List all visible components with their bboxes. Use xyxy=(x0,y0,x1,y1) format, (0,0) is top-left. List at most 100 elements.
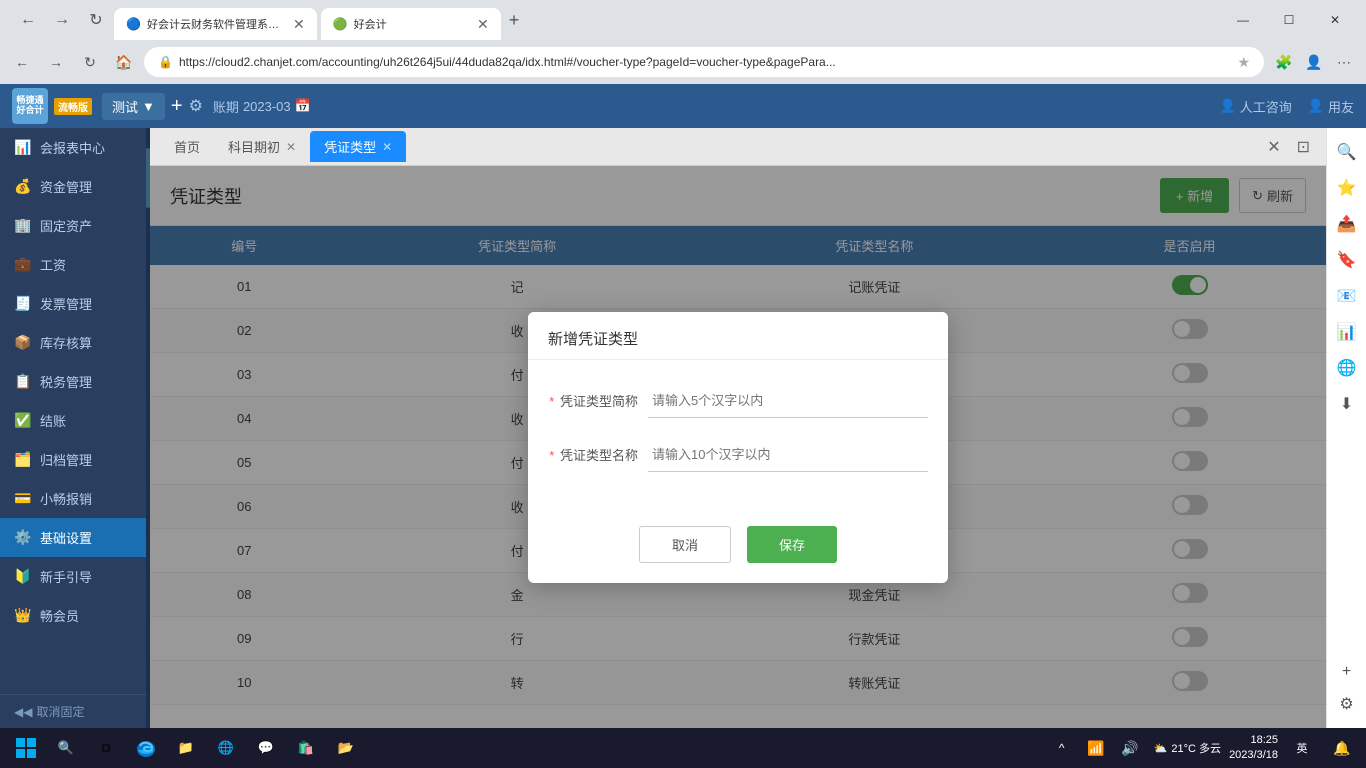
save-button[interactable]: 保存 xyxy=(747,526,837,563)
workspace-selector[interactable]: 测试 ▼ xyxy=(102,93,165,120)
sidebar-item-wages[interactable]: 💼 工资 xyxy=(0,245,150,284)
rs-add-icon[interactable]: + xyxy=(1331,656,1363,688)
browser-tab-2[interactable]: 🟢 好会计 ✕ xyxy=(321,8,501,40)
user-label: 用友 xyxy=(1328,97,1354,116)
tray-chevron-icon[interactable]: ^ xyxy=(1046,732,1078,764)
rs-star-icon[interactable]: ⭐ xyxy=(1331,172,1363,204)
tab1-close[interactable]: ✕ xyxy=(293,16,305,33)
volume-icon[interactable]: 🔊 xyxy=(1114,732,1146,764)
rs-gear-icon[interactable]: ⚙ xyxy=(1331,688,1363,720)
sidebar-item-label: 归档管理 xyxy=(40,450,92,469)
edge-taskbar-button[interactable] xyxy=(128,730,164,766)
sidebar: 📊 会报表中心 💰 资金管理 🏢 固定资产 💼 工资 🧾 发票管理 📦 库存核算… xyxy=(0,128,150,728)
period-icon: 📅 xyxy=(295,98,311,114)
maximize-button[interactable]: ☐ xyxy=(1266,0,1312,40)
rs-share-icon[interactable]: 📤 xyxy=(1331,208,1363,240)
forward-button[interactable]: → xyxy=(48,6,76,34)
back-button[interactable]: ← xyxy=(14,6,42,34)
unpin-button[interactable]: ◀◀ 取消固定 xyxy=(0,694,150,728)
expand-button[interactable]: ⊡ xyxy=(1291,135,1316,159)
sidebar-item-invoice[interactable]: 🧾 发票管理 xyxy=(0,284,150,323)
modal-dialog: 新增凭证类型 * 凭证类型简称 * xyxy=(528,312,948,583)
sidebar-item-archive[interactable]: 🗂️ 归档管理 xyxy=(0,440,150,479)
store-button[interactable]: 🛍️ xyxy=(288,730,324,766)
sidebar-item-dashboard[interactable]: 📊 会报表中心 xyxy=(0,128,150,167)
user-button[interactable]: 👤 用友 xyxy=(1308,97,1354,116)
cancel-button[interactable]: 取消 xyxy=(639,526,731,563)
sidebar-item-label: 会报表中心 xyxy=(40,138,105,157)
browser-nav-controls: ← → ↻ xyxy=(14,6,110,34)
rs-bookmark-icon[interactable]: 🔖 xyxy=(1331,244,1363,276)
task-view-button[interactable]: ⧉ xyxy=(88,730,124,766)
rs-download-icon[interactable]: ⬇ xyxy=(1331,388,1363,420)
sidebar-item-settings[interactable]: ⚙️ 基础设置 xyxy=(0,518,150,557)
label-abbr-text: 凭证类型简称 xyxy=(560,394,638,409)
workspace-settings-button[interactable]: ⚙ xyxy=(189,96,203,116)
collapse-button[interactable]: ✕ xyxy=(1261,135,1286,159)
input-name[interactable] xyxy=(648,438,928,472)
reload-button[interactable]: ↻ xyxy=(82,6,110,34)
profile-icon[interactable]: 👤 xyxy=(1300,48,1328,76)
add-workspace-button[interactable]: + xyxy=(171,95,183,118)
new-tab-button[interactable]: + xyxy=(505,10,524,31)
sidebar-item-guide[interactable]: 🔰 新手引导 xyxy=(0,557,150,596)
file-explorer-button[interactable]: 📁 xyxy=(168,730,204,766)
network-icon[interactable]: 📶 xyxy=(1080,732,1112,764)
reload-nav[interactable]: ↻ xyxy=(76,48,104,76)
rs-translate-icon[interactable]: 🌐 xyxy=(1331,352,1363,384)
user-icon: 👤 xyxy=(1308,98,1324,114)
close-button[interactable]: ✕ xyxy=(1312,0,1358,40)
sidebar-item-label: 库存核算 xyxy=(40,333,92,352)
folder-button[interactable]: 📂 xyxy=(328,730,364,766)
input-abbr[interactable] xyxy=(648,384,928,418)
sidebar-item-tax[interactable]: 📋 税务管理 xyxy=(0,362,150,401)
tab1-favicon: 🔵 xyxy=(126,17,141,31)
consultation-icon: 👤 xyxy=(1220,98,1236,114)
notification-button[interactable]: 🔔 xyxy=(1326,732,1358,764)
header-right: 👤 人工咨询 👤 用友 xyxy=(1220,97,1354,116)
more-icon[interactable]: ⋯ xyxy=(1330,48,1358,76)
modal-footer: 取消 保存 xyxy=(528,516,948,583)
member-icon: 👑 xyxy=(14,607,32,625)
logo-text: 畅捷通好合计 xyxy=(16,96,43,116)
consultation-button[interactable]: 👤 人工咨询 xyxy=(1220,97,1292,116)
back-nav[interactable]: ← xyxy=(8,48,36,76)
weather-info: ⛅ 21°C 多云 xyxy=(1154,740,1221,756)
home-nav[interactable]: 🏠 xyxy=(110,48,138,76)
page-content: 凭证类型 + 新增 ↻ 刷新 编号 凭证类型简称 凭证类型名称 xyxy=(150,166,1326,728)
wechat-button[interactable]: 💬 xyxy=(248,730,284,766)
sidebar-item-capital[interactable]: 💰 资金管理 xyxy=(0,167,150,206)
modal-title: 新增凭证类型 xyxy=(548,331,638,348)
rs-search-icon[interactable]: 🔍 xyxy=(1331,136,1363,168)
tab-voucher-close[interactable]: ✕ xyxy=(382,140,392,154)
label-name: * 凭证类型名称 xyxy=(548,445,638,464)
sidebar-item-member[interactable]: 👑 畅会员 xyxy=(0,596,150,635)
forward-nav[interactable]: → xyxy=(42,48,70,76)
sidebar-item-report[interactable]: 💳 小畅报销 xyxy=(0,479,150,518)
lang-indicator[interactable]: 英 xyxy=(1286,732,1318,764)
address-bar[interactable]: 🔒 https://cloud2.chanjet.com/accounting/… xyxy=(144,47,1264,77)
tab-subject-init[interactable]: 科目期初 ✕ xyxy=(214,131,310,162)
window-controls: — ☐ ✕ xyxy=(1220,0,1358,40)
tab2-close[interactable]: ✕ xyxy=(477,16,489,33)
search-taskbar-button[interactable]: 🔍 xyxy=(48,730,84,766)
taskbar: 🔍 ⧉ 📁 🌐 💬 🛍️ 📂 ^ 📶 🔊 ⛅ 21°C 多云 18:25 202… xyxy=(0,728,1366,768)
sidebar-item-fixed-assets[interactable]: 🏢 固定资产 xyxy=(0,206,150,245)
start-button[interactable] xyxy=(8,730,44,766)
star-icon[interactable]: ★ xyxy=(1237,54,1250,71)
clock[interactable]: 18:25 2023/3/18 xyxy=(1229,733,1278,764)
tab-home-label: 首页 xyxy=(174,137,200,156)
rs-office-icon[interactable]: 📊 xyxy=(1331,316,1363,348)
extensions-icon[interactable]: 🧩 xyxy=(1270,48,1298,76)
browser-tab-1[interactable]: 🔵 好会计云财务软件管理系统_会计 ✕ xyxy=(114,8,317,40)
tab-subject-close[interactable]: ✕ xyxy=(286,140,296,154)
tab-home[interactable]: 首页 xyxy=(160,131,214,162)
modal-overlay[interactable]: 新增凭证类型 * 凭证类型简称 * xyxy=(150,166,1326,728)
sidebar-item-checkout[interactable]: ✅ 结账 xyxy=(0,401,150,440)
capital-icon: 💰 xyxy=(14,178,32,196)
chrome-button[interactable]: 🌐 xyxy=(208,730,244,766)
tab-voucher-type[interactable]: 凭证类型 ✕ xyxy=(310,131,406,162)
rs-outlook-icon[interactable]: 📧 xyxy=(1331,280,1363,312)
sidebar-item-inventory[interactable]: 📦 库存核算 xyxy=(0,323,150,362)
minimize-button[interactable]: — xyxy=(1220,0,1266,40)
